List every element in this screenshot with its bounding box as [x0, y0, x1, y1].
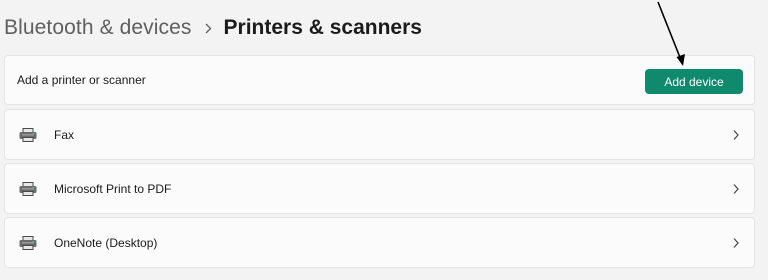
printer-icon: [19, 127, 37, 142]
device-row-onenote-desktop[interactable]: OneNote (Desktop): [4, 217, 755, 268]
device-row-microsoft-print-to-pdf[interactable]: Microsoft Print to PDF: [4, 163, 755, 214]
device-row-fax[interactable]: Fax: [4, 109, 755, 160]
breadcrumb-parent-link[interactable]: Bluetooth & devices: [4, 16, 192, 40]
chevron-right-icon: [732, 129, 740, 141]
page-title: Printers & scanners: [223, 16, 422, 39]
add-device-button[interactable]: Add device: [645, 69, 743, 94]
add-printer-label: Add a printer or scanner: [17, 73, 146, 87]
device-name: Fax: [54, 127, 75, 142]
chevron-right-icon: [732, 237, 740, 249]
device-name: OneNote (Desktop): [54, 235, 158, 250]
chevron-right-icon: [732, 183, 740, 195]
printer-icon: [19, 181, 37, 196]
chevron-right-icon: [205, 23, 212, 34]
printer-icon: [19, 235, 37, 250]
annotation-arrow-icon: [657, 1, 685, 66]
add-printer-card: Add a printer or scanner Add device: [4, 55, 755, 105]
breadcrumb: Bluetooth & devices Printers & scanners: [4, 12, 422, 44]
device-name: Microsoft Print to PDF: [54, 181, 172, 196]
